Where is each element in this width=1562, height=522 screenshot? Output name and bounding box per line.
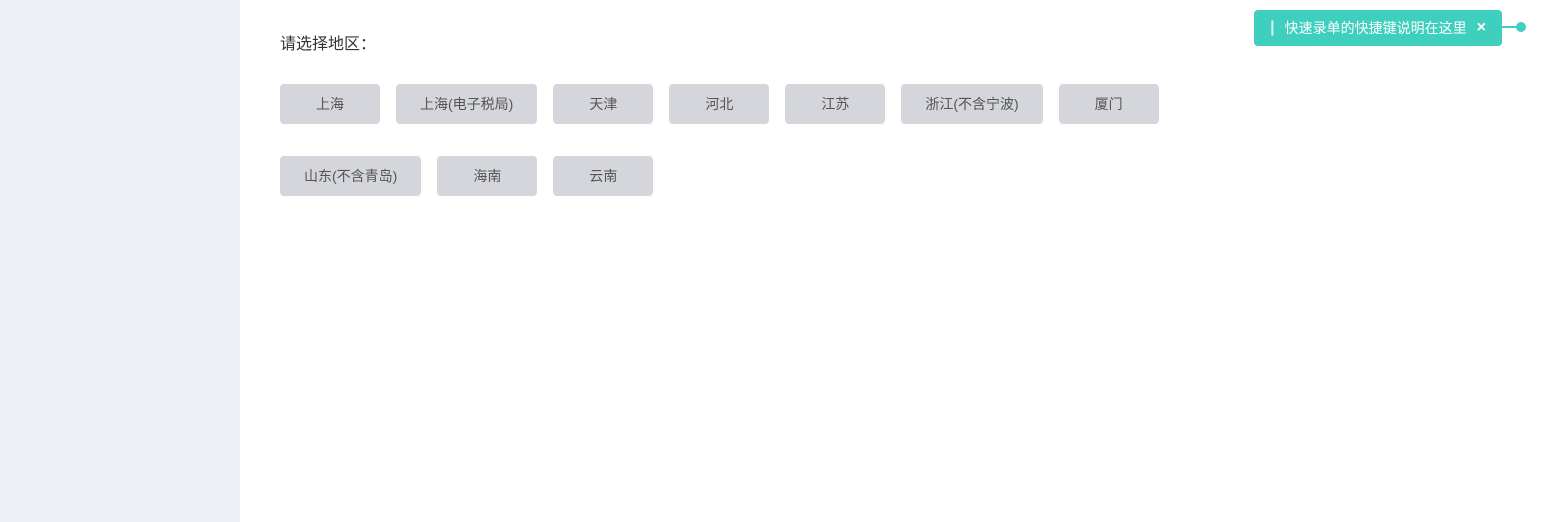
tooltip-text: 快速录单的快捷键说明在这里	[1285, 18, 1467, 38]
region-button-yunnan[interactable]: 云南	[553, 156, 653, 196]
tooltip-banner: 快速录单的快捷键说明在这里 ×	[1254, 10, 1502, 46]
region-button-shanghai[interactable]: 上海	[280, 84, 380, 124]
region-button-hainan[interactable]: 海南	[437, 156, 537, 196]
region-button-zhejiang[interactable]: 浙江(不含宁波)	[901, 84, 1042, 124]
tooltip-connector-line	[1502, 26, 1516, 28]
region-button-xiamen[interactable]: 厦门	[1059, 84, 1159, 124]
tooltip-close-button[interactable]: ×	[1477, 20, 1486, 36]
region-button-hebei[interactable]: 河北	[669, 84, 769, 124]
region-button-shandong[interactable]: 山东(不含青岛)	[280, 156, 421, 196]
main-content: 请选择地区： 上海 上海(电子税局) 天津 河北 江苏 浙江(不含宁波) 厦门 …	[240, 0, 1562, 522]
region-button-tianjin[interactable]: 天津	[553, 84, 653, 124]
region-button-shanghai-etax[interactable]: 上海(电子税局)	[396, 84, 537, 124]
region-button-jiangsu[interactable]: 江苏	[785, 84, 885, 124]
region-buttons-container: 上海 上海(电子税局) 天津 河北 江苏 浙江(不含宁波) 厦门 山东(不含青岛…	[280, 84, 1522, 196]
left-sidebar	[0, 0, 240, 522]
tooltip-connector-dot	[1516, 22, 1526, 32]
